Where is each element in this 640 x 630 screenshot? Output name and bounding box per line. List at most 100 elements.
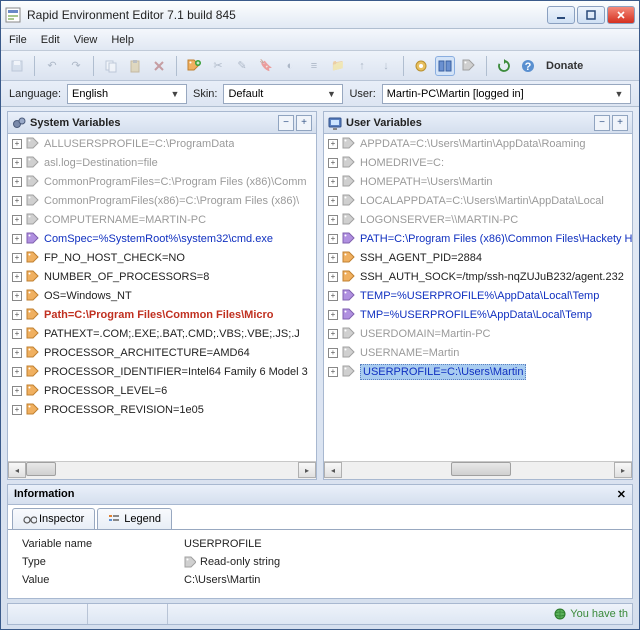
minimize-button[interactable] [547,6,575,24]
variable-row[interactable]: +PATHEXT=.COM;.EXE;.BAT;.CMD;.VBS;.VBE;.… [8,324,316,343]
expand-icon[interactable]: + [12,215,22,225]
variable-row[interactable]: +SSH_AGENT_PID=2884 [324,248,632,267]
scroll-left-icon[interactable]: ◂ [324,462,342,478]
scroll-thumb[interactable] [26,462,56,476]
expand-icon[interactable]: + [328,215,338,225]
bookmark-icon[interactable]: 🔖 [256,56,276,76]
info-close-icon[interactable]: ✕ [617,488,626,501]
maximize-button[interactable] [577,6,605,24]
collapse-button[interactable]: − [594,115,610,131]
scroll-right-icon[interactable]: ▸ [298,462,316,478]
menu-edit[interactable]: Edit [41,34,60,46]
save-icon[interactable] [7,56,27,76]
toggle-icon[interactable]: ◐ [280,56,300,76]
expand-icon[interactable]: + [12,329,22,339]
moveup-icon[interactable]: ↑ [352,56,372,76]
paste-icon[interactable] [125,56,145,76]
expand-icon[interactable]: + [12,196,22,206]
split-view-icon[interactable] [435,56,455,76]
variable-row[interactable]: +PROCESSOR_IDENTIFIER=Intel64 Family 6 M… [8,362,316,381]
copy-icon[interactable] [101,56,121,76]
variable-row[interactable]: +OS=Windows_NT [8,286,316,305]
collapse-button[interactable]: − [278,115,294,131]
variable-row[interactable]: +USERNAME=Martin [324,343,632,362]
variable-row[interactable]: +USERPROFILE=C:\Users\Martin [324,362,632,381]
variable-row[interactable]: +NUMBER_OF_PROCESSORS=8 [8,267,316,286]
expand-icon[interactable]: + [12,234,22,244]
variable-row[interactable]: +PROCESSOR_LEVEL=6 [8,381,316,400]
variable-row[interactable]: +APPDATA=C:\Users\Martin\AppData\Roaming [324,134,632,153]
system-variables-list[interactable]: +ALLUSERSPROFILE=C:\ProgramData+asl.log=… [8,134,316,461]
expand-icon[interactable]: + [328,139,338,149]
titlebar[interactable]: Rapid Environment Editor 7.1 build 845 [1,1,639,29]
menu-help[interactable]: Help [111,34,134,46]
system-hscroll[interactable]: ◂ ▸ [8,461,316,479]
edit-icon[interactable]: ✎ [232,56,252,76]
variable-row[interactable]: +TEMP=%USERPROFILE%\AppData\Local\Temp [324,286,632,305]
add-button[interactable]: + [612,115,628,131]
variable-row[interactable]: +PROCESSOR_ARCHITECTURE=AMD64 [8,343,316,362]
expand-icon[interactable]: + [12,158,22,168]
close-button[interactable] [607,6,635,24]
expand-icon[interactable]: + [328,329,338,339]
movedown-icon[interactable]: ↓ [376,56,396,76]
expand-icon[interactable]: + [12,367,22,377]
settings-icon[interactable] [411,56,431,76]
expand-icon[interactable]: + [328,310,338,320]
variable-row[interactable]: +SSH_AUTH_SOCK=/tmp/ssh-nqZUJuB232/agent… [324,267,632,286]
language-dropdown[interactable]: English▼ [67,84,187,104]
scroll-left-icon[interactable]: ◂ [8,462,26,478]
undo-icon[interactable]: ↶ [42,56,62,76]
list-icon[interactable]: ≡ [304,56,324,76]
variable-row[interactable]: +asl.log=Destination=file [8,153,316,172]
expand-icon[interactable]: + [328,196,338,206]
tab-inspector[interactable]: Inspector [12,508,95,529]
expand-icon[interactable]: + [12,177,22,187]
variable-row[interactable]: +ALLUSERSPROFILE=C:\ProgramData [8,134,316,153]
expand-icon[interactable]: + [12,139,22,149]
user-variables-list[interactable]: +APPDATA=C:\Users\Martin\AppData\Roaming… [324,134,632,461]
variable-row[interactable]: +PROCESSOR_REVISION=1e05 [8,400,316,419]
donate-link[interactable]: Donate [546,60,583,72]
scroll-right-icon[interactable]: ▸ [614,462,632,478]
variable-row[interactable]: +LOCALAPPDATA=C:\Users\Martin\AppData\Lo… [324,191,632,210]
user-hscroll[interactable]: ◂ ▸ [324,461,632,479]
expand-icon[interactable]: + [328,234,338,244]
expand-icon[interactable]: + [328,348,338,358]
variable-row[interactable]: +USERDOMAIN=Martin-PC [324,324,632,343]
expand-icon[interactable]: + [328,177,338,187]
skin-dropdown[interactable]: Default▼ [223,84,343,104]
variable-row[interactable]: +PATH=C:\Program Files (x86)\Common File… [324,229,632,248]
variable-row[interactable]: +CommonProgramFiles=C:\Program Files (x8… [8,172,316,191]
variable-row[interactable]: +TMP=%USERPROFILE%\AppData\Local\Temp [324,305,632,324]
user-dropdown[interactable]: Martin-PC\Martin [logged in]▼ [382,84,631,104]
variable-row[interactable]: +CommonProgramFiles(x86)=C:\Program File… [8,191,316,210]
expand-icon[interactable]: + [328,272,338,282]
expand-icon[interactable]: + [12,291,22,301]
expand-icon[interactable]: + [12,272,22,282]
refresh-icon[interactable] [494,56,514,76]
delete-icon[interactable] [149,56,169,76]
variable-row[interactable]: +HOMEPATH=\Users\Martin [324,172,632,191]
expand-icon[interactable]: + [12,348,22,358]
variable-row[interactable]: +Path=C:\Program Files\Common Files\Micr… [8,305,316,324]
variable-row[interactable]: +LOGONSERVER=\\MARTIN-PC [324,210,632,229]
menu-view[interactable]: View [74,34,98,46]
variable-row[interactable]: +COMPUTERNAME=MARTIN-PC [8,210,316,229]
expand-icon[interactable]: + [328,253,338,263]
menu-file[interactable]: File [9,34,27,46]
expand-icon[interactable]: + [12,253,22,263]
help-icon[interactable]: ? [518,56,538,76]
variable-row[interactable]: +HOMEDRIVE=C: [324,153,632,172]
tag-filter-icon[interactable] [459,56,479,76]
folder-icon[interactable]: 📁 [328,56,348,76]
add-variable-icon[interactable] [184,56,204,76]
variable-row[interactable]: +FP_NO_HOST_CHECK=NO [8,248,316,267]
scroll-thumb[interactable] [451,462,511,476]
add-button[interactable]: + [296,115,312,131]
expand-icon[interactable]: + [12,310,22,320]
expand-icon[interactable]: + [328,291,338,301]
redo-icon[interactable]: ↷ [66,56,86,76]
expand-icon[interactable]: + [12,405,22,415]
expand-icon[interactable]: + [328,158,338,168]
